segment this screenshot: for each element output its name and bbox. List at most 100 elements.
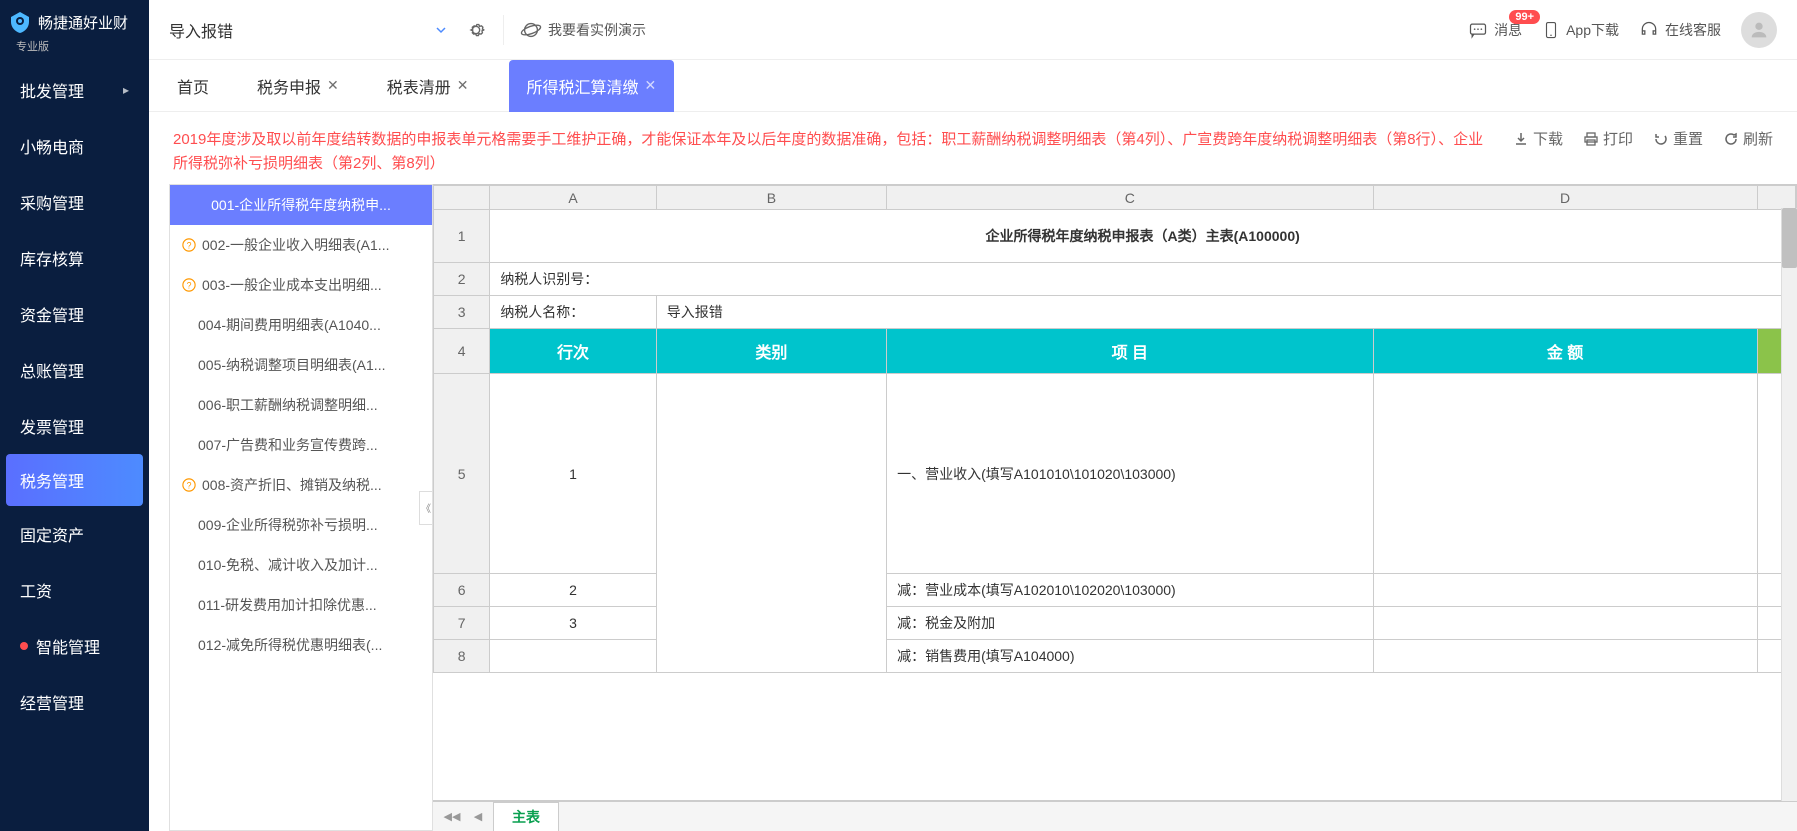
sidebar-item-label: 发票管理 (20, 414, 84, 438)
sidebar-item-3[interactable]: 库存核算 (0, 230, 149, 286)
row-header[interactable]: 2 (434, 263, 490, 296)
download-button[interactable]: 下载 (1513, 128, 1563, 149)
vertical-scrollbar[interactable] (1781, 208, 1797, 801)
row-header[interactable]: 4 (434, 329, 490, 374)
col-header-d[interactable]: D (1373, 186, 1757, 210)
form-item-3[interactable]: 004-期间费用明细表(A1040... (170, 305, 432, 345)
svg-text:?: ? (187, 241, 192, 251)
form-item-1[interactable]: ?002-一般企业收入明细表(A1... (170, 225, 432, 265)
col-header-b[interactable]: B (656, 186, 886, 210)
col-header-a[interactable]: A (490, 186, 656, 210)
taxpayer-name-label[interactable]: 纳税人名称： (490, 296, 656, 329)
form-item-label: 001-企业所得税年度纳税申... (211, 195, 391, 215)
sidebar-item-label: 采购管理 (20, 190, 84, 214)
sidebar-item-label: 批发管理 (20, 78, 84, 102)
refresh-button[interactable]: 刷新 (1723, 128, 1773, 149)
tab-0[interactable]: 首页 (169, 60, 217, 112)
sidebar-item-4[interactable]: 资金管理 (0, 286, 149, 342)
cell-amount[interactable] (1373, 374, 1757, 574)
form-item-6[interactable]: 007-广告费和业务宣传费跨... (170, 425, 432, 465)
taxpayer-id-label[interactable]: 纳税人识别号： (490, 263, 1796, 296)
gear-icon[interactable] (465, 19, 487, 41)
cell-seq[interactable]: 1 (490, 374, 656, 574)
header-amount[interactable]: 金 额 (1373, 329, 1757, 374)
cell-item[interactable]: 减：销售费用(填写A104000) (887, 640, 1373, 673)
close-icon[interactable]: ✕ (457, 77, 469, 94)
close-icon[interactable]: ✕ (327, 77, 339, 94)
svg-text:?: ? (187, 281, 192, 291)
form-item-11[interactable]: 012-减免所得税优惠明细表(... (170, 625, 432, 665)
tab-3[interactable]: 所得税汇算清缴✕ (509, 60, 675, 112)
sidebar-item-1[interactable]: 小畅电商 (0, 118, 149, 174)
sidebar-item-2[interactable]: 采购管理 (0, 174, 149, 230)
sidebar-item-label: 固定资产 (20, 522, 84, 546)
sheet-tab-main[interactable]: 主表 (493, 802, 559, 831)
cell-seq[interactable] (490, 640, 656, 673)
col-header-extra[interactable] (1757, 186, 1795, 210)
demo-link[interactable]: 我要看实例演示 (520, 19, 646, 41)
form-item-4[interactable]: 005-纳税调整项目明细表(A1... (170, 345, 432, 385)
sidebar-item-11[interactable]: 经营管理 (0, 674, 149, 730)
phone-icon (1542, 20, 1560, 40)
header-item[interactable]: 项 目 (887, 329, 1373, 374)
sidebar-item-6[interactable]: 发票管理 (0, 398, 149, 454)
cell-seq[interactable]: 3 (490, 607, 656, 640)
row-header[interactable]: 7 (434, 607, 490, 640)
tab-label: 税表清册 (387, 74, 451, 98)
cell-item[interactable]: 一、营业收入(填写A101010\101020\103000) (887, 374, 1373, 574)
row-header[interactable]: 8 (434, 640, 490, 673)
sidebar-item-9[interactable]: 工资 (0, 562, 149, 618)
tab-2[interactable]: 税表清册 ✕ (379, 60, 477, 112)
sheet-nav-first[interactable]: ◀◀ (441, 810, 463, 823)
sheet-title[interactable]: 企业所得税年度纳税申报表（A类）主表(A100000) (490, 210, 1796, 263)
cell-item[interactable]: 减：营业成本(填写A102010\102020\103000) (887, 574, 1373, 607)
sidebar-item-8[interactable]: 固定资产 (0, 506, 149, 562)
form-item-0[interactable]: 001-企业所得税年度纳税申... (170, 185, 432, 225)
collapse-handle[interactable]: 《 (419, 491, 433, 525)
col-header-c[interactable]: C (887, 186, 1373, 210)
form-item-5[interactable]: 006-职工薪酬纳税调整明细... (170, 385, 432, 425)
row-header[interactable]: 6 (434, 574, 490, 607)
question-icon: ? (182, 238, 196, 252)
header-seq[interactable]: 行次 (490, 329, 656, 374)
side-menu: 批发管理▸小畅电商采购管理库存核算资金管理总账管理发票管理税务管理固定资产工资智… (0, 62, 149, 831)
spreadsheet[interactable]: A B C D 1 企业所得税年度纳税申报表（A类）主表(A100000) (433, 184, 1797, 801)
refresh-icon (1723, 131, 1739, 147)
org-selector[interactable]: 导入报错 (169, 18, 449, 42)
cell-amount[interactable] (1373, 574, 1757, 607)
sidebar-item-5[interactable]: 总账管理 (0, 342, 149, 398)
tab-label: 税务申报 (257, 74, 321, 98)
messages-button[interactable]: 消息 99+ (1468, 20, 1522, 40)
taxpayer-name-value[interactable]: 导入报错 (656, 296, 1795, 329)
reset-button[interactable]: 重置 (1653, 128, 1703, 149)
form-item-10[interactable]: 011-研发费用加计扣除优惠... (170, 585, 432, 625)
sidebar-item-0[interactable]: 批发管理▸ (0, 62, 149, 118)
cell-item[interactable]: 减：税金及附加 (887, 607, 1373, 640)
form-item-8[interactable]: 009-企业所得税弥补亏损明... (170, 505, 432, 545)
sidebar-item-label: 工资 (20, 578, 52, 602)
cell-category[interactable] (656, 374, 886, 673)
print-button[interactable]: 打印 (1583, 128, 1633, 149)
cell-amount[interactable] (1373, 607, 1757, 640)
form-item-2[interactable]: ? 003-一般企业成本支出明细... (170, 265, 432, 305)
app-download-button[interactable]: App下载 (1542, 20, 1619, 40)
sidebar: 畅捷通好业财 专业版 批发管理▸小畅电商采购管理库存核算资金管理总账管理发票管理… (0, 0, 149, 831)
row-header[interactable]: 5 (434, 374, 490, 574)
red-dot-icon (20, 642, 28, 650)
sidebar-item-10[interactable]: 智能管理 (0, 618, 149, 674)
form-item-label: 006-职工薪酬纳税调整明细... (198, 395, 378, 415)
cell-seq[interactable]: 2 (490, 574, 656, 607)
form-item-7[interactable]: ?008-资产折旧、摊销及纳税... (170, 465, 432, 505)
user-avatar[interactable] (1741, 12, 1777, 48)
header-cat[interactable]: 类别 (656, 329, 886, 374)
sidebar-item-7[interactable]: 税务管理 (6, 454, 143, 506)
cell-amount[interactable] (1373, 640, 1757, 673)
form-item-label: 003-一般企业成本支出明细... (202, 275, 382, 295)
sheet-nav-prev[interactable]: ◀ (467, 810, 489, 823)
row-header[interactable]: 1 (434, 210, 490, 263)
row-header[interactable]: 3 (434, 296, 490, 329)
tab-1[interactable]: 税务申报 ✕ (249, 60, 347, 112)
customer-service-button[interactable]: 在线客服 (1639, 20, 1721, 40)
form-item-9[interactable]: 010-免税、减计收入及加计... (170, 545, 432, 585)
close-icon[interactable]: ✕ (645, 77, 657, 94)
